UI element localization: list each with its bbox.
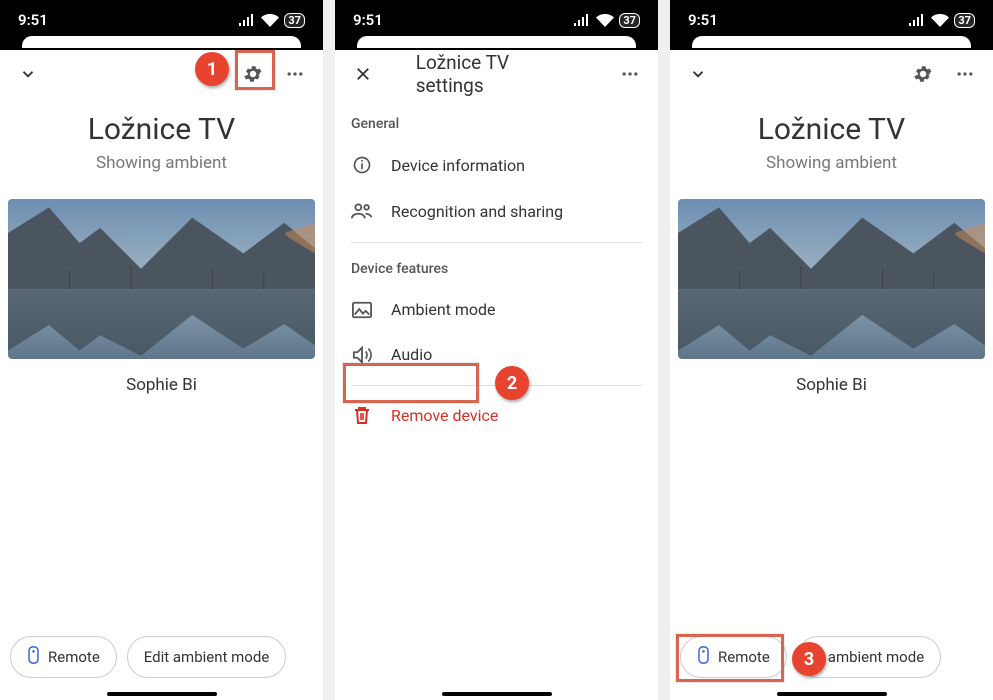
section-features: Device features [335, 243, 658, 287]
people-icon [351, 201, 373, 221]
row-device-info[interactable]: Device information [335, 142, 658, 188]
status-bar: 9:51 37 [335, 0, 658, 40]
home-indicator[interactable] [442, 692, 552, 696]
overflow-button[interactable] [610, 54, 650, 94]
status-indicators: 37 [573, 13, 640, 28]
status-time: 9:51 [688, 11, 718, 29]
status-bar: 9:51 37 [0, 0, 323, 40]
edit-ambient-button[interactable]: Edit ambient mode [127, 636, 287, 678]
row-remove-device[interactable]: Remove device [335, 392, 658, 438]
edit-ambient-label: Edit ambient mode [144, 648, 270, 666]
speaker-icon [351, 346, 373, 364]
status-bar: 9:51 37 [670, 0, 993, 40]
row-recognition[interactable]: Recognition and sharing [335, 188, 658, 234]
remote-label: Remote [48, 648, 100, 666]
battery-indicator: 37 [619, 13, 640, 28]
signal-icon [573, 14, 591, 26]
wifi-icon [261, 14, 279, 27]
battery-indicator: 37 [284, 13, 305, 28]
callout-1: 1 [195, 52, 229, 86]
media-caption: Sophie Bi [0, 375, 323, 395]
settings-title: Ložnice TV settings [416, 51, 578, 97]
app-header [0, 50, 323, 98]
row-label: Recognition and sharing [391, 202, 563, 221]
phone-screen-3: 9:51 37 Ložnice TV Showing ambient [670, 0, 993, 700]
wifi-icon [596, 14, 614, 27]
edit-ambient-label: ambient mode [828, 648, 924, 666]
battery-indicator: 37 [954, 13, 975, 28]
wifi-icon [931, 14, 949, 27]
app-header [670, 50, 993, 98]
overflow-button[interactable] [945, 54, 985, 94]
phone-screen-2: 9:51 37 Ložnice TV settings General Devi… [335, 0, 658, 700]
home-indicator[interactable] [107, 692, 217, 696]
phone-screen-1: 9:51 37 1 Ložnice TV Show [0, 0, 323, 700]
signal-icon [238, 14, 256, 26]
ambient-preview[interactable] [678, 199, 985, 359]
device-title: Ložnice TV [670, 112, 993, 147]
device-subtitle: Showing ambient [670, 153, 993, 173]
ambient-preview[interactable] [8, 199, 315, 359]
remote-label: Remote [718, 648, 770, 666]
row-label: Device information [391, 156, 525, 175]
settings-header: Ložnice TV settings [335, 50, 658, 98]
remote-icon [27, 646, 40, 668]
remote-icon [697, 646, 710, 668]
callout-3: 3 [792, 642, 826, 676]
signal-icon [908, 14, 926, 26]
home-indicator[interactable] [777, 692, 887, 696]
row-label: Ambient mode [391, 300, 496, 319]
device-title: Ložnice TV [0, 112, 323, 147]
row-label: Remove device [391, 406, 498, 425]
callout-2: 2 [495, 366, 529, 400]
close-button[interactable] [343, 54, 383, 94]
image-icon [351, 301, 373, 319]
row-ambient-mode[interactable]: Ambient mode [335, 287, 658, 332]
status-time: 9:51 [18, 11, 48, 29]
remote-button[interactable]: Remote [680, 636, 787, 678]
status-time: 9:51 [353, 11, 383, 29]
settings-button[interactable] [233, 54, 273, 94]
status-indicators: 37 [238, 13, 305, 28]
row-label: Audio [391, 345, 432, 364]
trash-icon [351, 405, 373, 425]
settings-button[interactable] [903, 54, 943, 94]
status-indicators: 37 [908, 13, 975, 28]
row-audio[interactable]: Audio [335, 332, 658, 377]
media-caption: Sophie Bi [670, 375, 993, 395]
device-subtitle: Showing ambient [0, 153, 323, 173]
remote-button[interactable]: Remote [10, 636, 117, 678]
collapse-button[interactable] [8, 54, 48, 94]
section-general: General [335, 98, 658, 142]
info-icon [351, 155, 373, 175]
collapse-button[interactable] [678, 54, 718, 94]
overflow-button[interactable] [275, 54, 315, 94]
